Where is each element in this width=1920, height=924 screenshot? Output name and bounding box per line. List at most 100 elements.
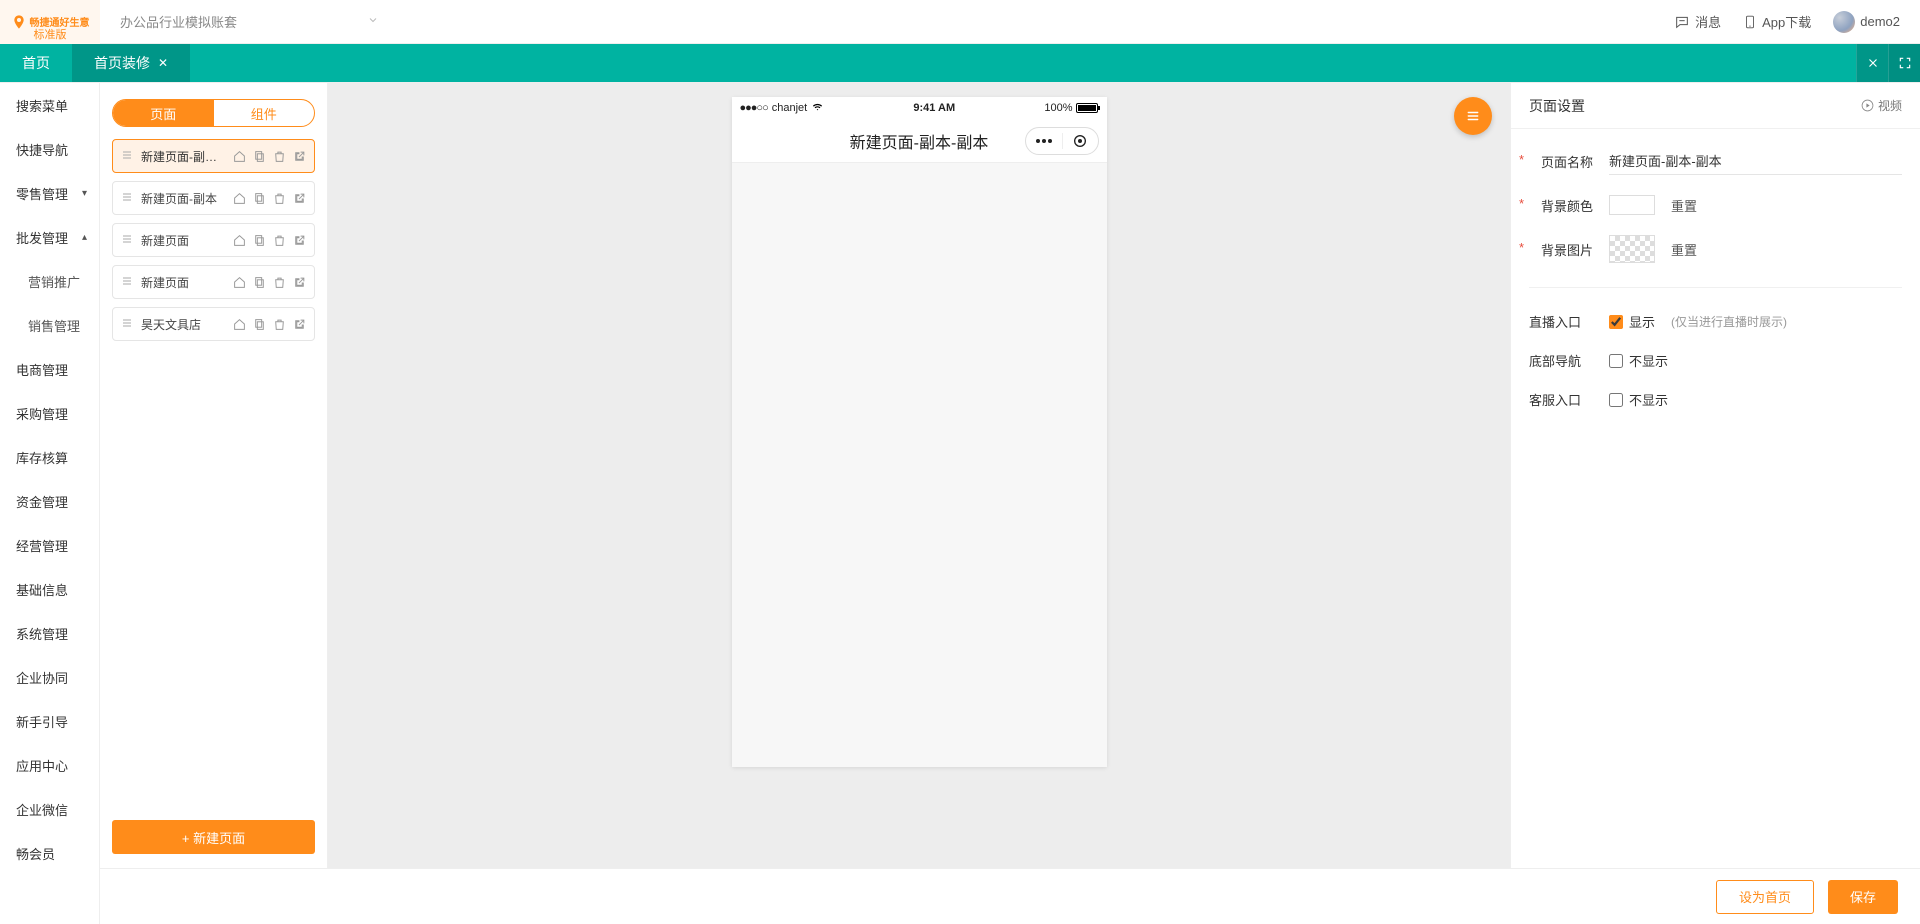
sidebar-item-collab[interactable]: 企业协同 [0, 655, 99, 699]
home-icon[interactable] [232, 276, 246, 289]
brand-logo[interactable]: 畅捷通好生意 标准版 [0, 0, 100, 44]
tab-pages[interactable]: 页面 [113, 100, 214, 126]
new-page-button[interactable]: + 新建页面 [112, 820, 315, 854]
sidebar-item-inventory[interactable]: 库存核算 [0, 435, 99, 479]
sidebar-item-wholesale[interactable]: 批发管理 ▴ [0, 215, 99, 259]
brand-icon [11, 14, 27, 30]
page-name-input[interactable] [1609, 147, 1902, 175]
close-icon[interactable]: ✕ [158, 56, 168, 70]
page-list-item[interactable]: 新建页面-副本-... [112, 139, 315, 173]
battery-percent: 100% [1044, 102, 1072, 114]
service-entry-label: 客服入口 [1529, 390, 1593, 409]
close-icon [1866, 56, 1880, 70]
tab-label: 首页装修 [94, 53, 150, 73]
page-item-name: 新建页面-副本-... [141, 148, 224, 165]
bottom-nav-checkbox[interactable]: 不显示 [1609, 351, 1668, 370]
set-home-button[interactable]: 设为首页 [1716, 880, 1814, 914]
account-selector-label: 办公品行业模拟账套 [120, 12, 237, 31]
brand-edition: 标准版 [34, 26, 67, 42]
tabstrip-close-button[interactable] [1856, 44, 1888, 82]
tab-page-decoration[interactable]: 首页装修 ✕ [72, 44, 190, 82]
video-help-link[interactable]: 视频 [1861, 97, 1902, 114]
bgimg-swatch[interactable] [1609, 235, 1655, 263]
delete-icon[interactable] [272, 234, 286, 247]
sidebar-item-basicinfo[interactable]: 基础信息 [0, 567, 99, 611]
sidebar-item-finance[interactable]: 资金管理 [0, 479, 99, 523]
delete-icon[interactable] [272, 192, 286, 205]
page-list-item[interactable]: 新建页面-副本 [112, 181, 315, 215]
battery-icon [1076, 103, 1098, 113]
caret-down-icon: ▾ [82, 188, 87, 199]
drag-handle-icon[interactable] [121, 275, 133, 290]
app-download-link[interactable]: App下载 [1743, 12, 1811, 31]
external-link-icon[interactable] [292, 276, 306, 289]
tabstrip-expand-button[interactable] [1888, 44, 1920, 82]
copy-icon[interactable] [252, 234, 266, 247]
page-list-item[interactable]: 新建页面 [112, 265, 315, 299]
external-link-icon[interactable] [292, 318, 306, 331]
sidebar-item-sales[interactable]: 销售管理 [0, 303, 99, 347]
canvas: ●●●○○ chanjet 9:41 AM 100% [328, 83, 1510, 868]
sidebar-item-purchase[interactable]: 采购管理 [0, 391, 99, 435]
delete-icon[interactable] [272, 276, 286, 289]
message-icon [1674, 14, 1690, 30]
drag-handle-icon[interactable] [121, 149, 133, 164]
user-menu[interactable]: demo2 [1833, 11, 1900, 33]
settings-panel: 页面设置 视频 页面名称 背景颜色 [1510, 83, 1920, 868]
floating-menu-button[interactable] [1454, 97, 1492, 135]
caret-up-icon: ▴ [82, 232, 87, 243]
home-icon[interactable] [232, 318, 246, 331]
tab-components[interactable]: 组件 [214, 100, 315, 126]
bgcolor-swatch[interactable] [1609, 195, 1655, 215]
copy-icon[interactable] [252, 192, 266, 205]
home-icon[interactable] [232, 150, 246, 163]
sidebar-item-system[interactable]: 系统管理 [0, 611, 99, 655]
play-icon [1861, 99, 1874, 112]
bgcolor-reset[interactable]: 重置 [1671, 196, 1697, 215]
drag-handle-icon[interactable] [121, 233, 133, 248]
messages-label: 消息 [1695, 12, 1721, 31]
sidebar-item-ecommerce[interactable]: 电商管理 [0, 347, 99, 391]
wifi-icon [811, 102, 824, 115]
sidebar-item-appcenter[interactable]: 应用中心 [0, 743, 99, 787]
tab-home[interactable]: 首页 [0, 44, 72, 82]
expand-icon [1898, 56, 1912, 70]
username: demo2 [1860, 14, 1900, 29]
page-item-name: 新建页面-副本 [141, 190, 224, 207]
home-icon[interactable] [232, 192, 246, 205]
copy-icon[interactable] [252, 276, 266, 289]
sidebar-item-wechat[interactable]: 企业微信 [0, 787, 99, 831]
sidebar-item-search[interactable]: 搜索菜单 [0, 83, 99, 127]
page-list-item[interactable]: 新建页面 [112, 223, 315, 257]
external-link-icon[interactable] [292, 192, 306, 205]
delete-icon[interactable] [272, 318, 286, 331]
page-list-item[interactable]: 昊天文具店 [112, 307, 315, 341]
dots-icon [1035, 138, 1053, 144]
home-icon[interactable] [232, 234, 246, 247]
account-selector[interactable]: 办公品行业模拟账套 [120, 12, 379, 31]
save-button[interactable]: 保存 [1828, 880, 1898, 914]
messages-link[interactable]: 消息 [1674, 12, 1721, 31]
capsule-menu-button[interactable] [1026, 138, 1062, 144]
live-show-checkbox[interactable]: 显示 [1609, 312, 1655, 331]
phone-preview: ●●●○○ chanjet 9:41 AM 100% [732, 97, 1107, 767]
copy-icon[interactable] [252, 318, 266, 331]
capsule-close-button[interactable] [1062, 133, 1098, 149]
external-link-icon[interactable] [292, 234, 306, 247]
sidebar-item-member[interactable]: 畅会员 [0, 831, 99, 875]
sidebar-item-guide[interactable]: 新手引导 [0, 699, 99, 743]
target-icon [1072, 133, 1088, 149]
external-link-icon[interactable] [292, 150, 306, 163]
bgimg-reset[interactable]: 重置 [1671, 240, 1697, 259]
sidebar-item-marketing[interactable]: 营销推广 [0, 259, 99, 303]
delete-icon[interactable] [272, 150, 286, 163]
sidebar-item-quicknav[interactable]: 快捷导航 [0, 127, 99, 171]
phone-body[interactable] [732, 163, 1107, 767]
drag-handle-icon[interactable] [121, 317, 133, 332]
service-entry-checkbox[interactable]: 不显示 [1609, 390, 1668, 409]
copy-icon[interactable] [252, 150, 266, 163]
sidebar-item-retail[interactable]: 零售管理 ▾ [0, 171, 99, 215]
drag-handle-icon[interactable] [121, 191, 133, 206]
live-entry-label: 直播入口 [1529, 312, 1593, 331]
sidebar-item-operations[interactable]: 经营管理 [0, 523, 99, 567]
